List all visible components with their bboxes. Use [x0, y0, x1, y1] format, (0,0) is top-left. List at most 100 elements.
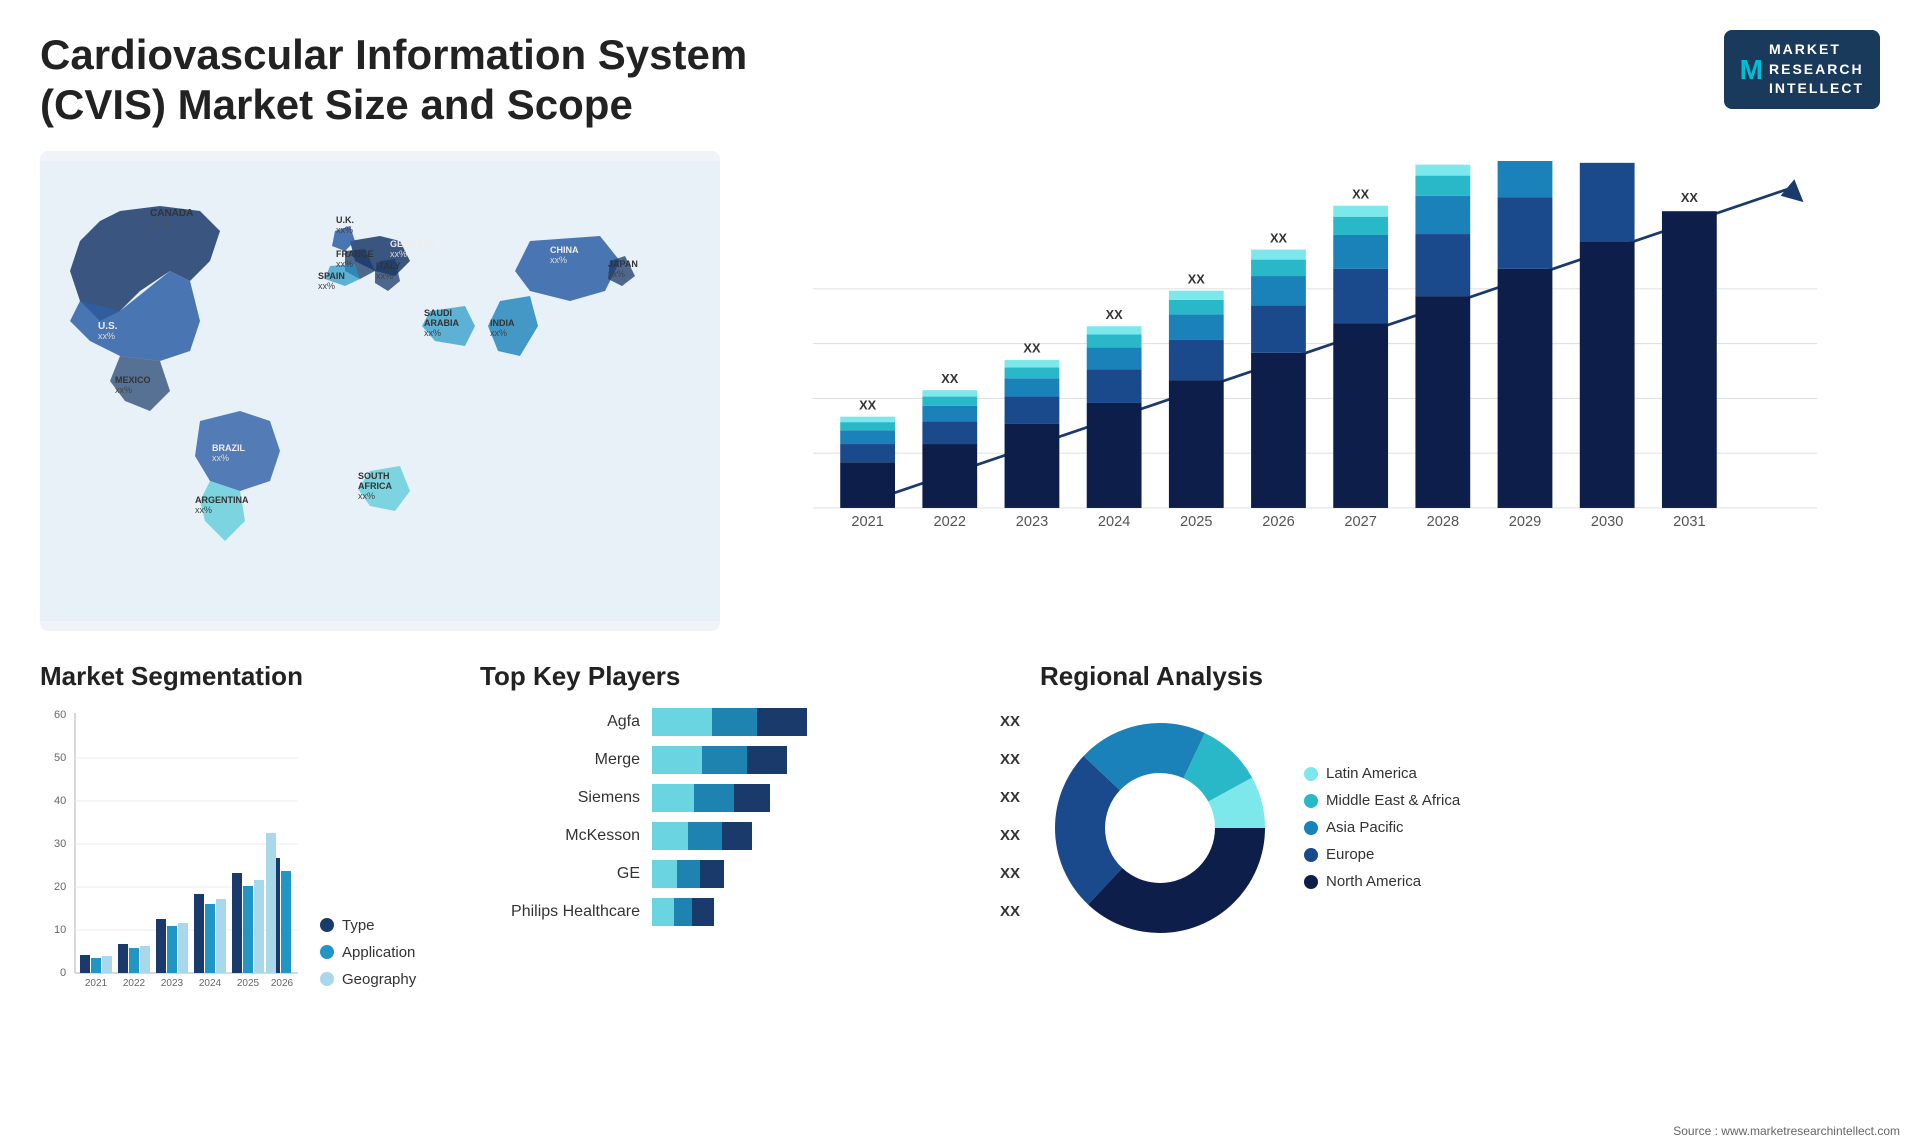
- player-row-siemens: Siemens XX: [480, 784, 1020, 812]
- svg-text:xx%: xx%: [490, 328, 507, 338]
- player-row-mckesson: McKesson XX: [480, 822, 1020, 850]
- svg-text:SAUDI: SAUDI: [424, 308, 452, 318]
- svg-text:XX: XX: [859, 397, 877, 412]
- na-label: North America: [1326, 873, 1421, 890]
- page-title: Cardiovascular Information System (CVIS)…: [40, 30, 840, 131]
- player-row-agfa: Agfa XX: [480, 708, 1020, 736]
- svg-text:XX: XX: [1681, 190, 1699, 205]
- svg-text:xx%: xx%: [336, 259, 353, 269]
- svg-text:xx%: xx%: [336, 225, 353, 235]
- svg-text:2025: 2025: [1180, 514, 1212, 530]
- svg-text:2028: 2028: [1427, 514, 1459, 530]
- player-name-agfa: Agfa: [480, 713, 640, 731]
- svg-text:U.K.: U.K.: [336, 215, 354, 225]
- svg-text:AFRICA: AFRICA: [358, 481, 392, 491]
- europe-label: Europe: [1326, 846, 1374, 863]
- svg-text:XX: XX: [1188, 271, 1206, 286]
- geo-dot: [320, 972, 334, 986]
- svg-text:XX: XX: [1270, 230, 1288, 245]
- world-map: CANADA xx% U.S. xx% MEXICO xx% BRAZIL xx…: [40, 151, 720, 631]
- key-players-panel: Top Key Players Agfa XX M: [480, 661, 1020, 1051]
- svg-text:ARABIA: ARABIA: [424, 318, 459, 328]
- source-text: Source : www.marketresearchintellect.com: [1673, 1124, 1900, 1138]
- svg-text:XX: XX: [1352, 186, 1370, 201]
- legend-application: Application: [320, 944, 416, 961]
- player-row-philips: Philips Healthcare XX: [480, 898, 1020, 926]
- svg-text:xx%: xx%: [152, 218, 169, 228]
- svg-text:xx%: xx%: [424, 328, 441, 338]
- donut-svg: [1040, 708, 1280, 948]
- asia-dot: [1304, 821, 1318, 835]
- geo-label: Geography: [342, 971, 416, 988]
- player-name-merge: Merge: [480, 751, 640, 769]
- legend-type: Type: [320, 917, 416, 934]
- svg-text:GERMANY: GERMANY: [390, 239, 436, 249]
- donut-chart: [1040, 708, 1280, 948]
- svg-text:60: 60: [54, 709, 66, 721]
- player-row-merge: Merge XX: [480, 746, 1020, 774]
- svg-text:xx%: xx%: [376, 271, 393, 281]
- svg-text:JAPAN: JAPAN: [608, 259, 638, 269]
- type-label: Type: [342, 917, 375, 934]
- svg-text:2022: 2022: [934, 514, 966, 530]
- svg-text:INDIA: INDIA: [490, 318, 515, 328]
- svg-text:SPAIN: SPAIN: [318, 271, 345, 281]
- player-bar-agfa: [652, 708, 982, 736]
- logo-line3: INTELLECT: [1769, 79, 1864, 99]
- legend-geography: Geography: [320, 971, 416, 988]
- player-row-ge: GE XX: [480, 860, 1020, 888]
- player-val-agfa: XX: [1000, 713, 1020, 730]
- svg-text:2024: 2024: [1098, 514, 1130, 530]
- svg-text:2031: 2031: [1673, 514, 1705, 530]
- svg-text:xx%: xx%: [390, 249, 407, 259]
- growth-chart: XX XX XX XX: [770, 161, 1860, 581]
- reg-middle-east: Middle East & Africa: [1304, 792, 1460, 809]
- player-val-ge: XX: [1000, 865, 1020, 882]
- player-name-ge: GE: [480, 865, 640, 883]
- svg-text:2021: 2021: [85, 978, 108, 988]
- svg-text:2030: 2030: [1591, 514, 1623, 530]
- reg-latin-america: Latin America: [1304, 765, 1460, 782]
- svg-text:XX: XX: [1023, 341, 1041, 356]
- player-val-merge: XX: [1000, 751, 1020, 768]
- top-section: CANADA xx% U.S. xx% MEXICO xx% BRAZIL xx…: [40, 151, 1880, 631]
- svg-text:2026: 2026: [1262, 514, 1294, 530]
- svg-text:50: 50: [54, 752, 66, 764]
- player-name-philips: Philips Healthcare: [480, 903, 640, 921]
- player-bar-mckesson: [652, 822, 982, 850]
- svg-text:2024: 2024: [199, 978, 222, 988]
- segmentation-title: Market Segmentation: [40, 661, 460, 692]
- logo-line1: MARKET: [1769, 40, 1864, 60]
- regional-title: Regional Analysis: [1040, 661, 1880, 692]
- map-container: CANADA xx% U.S. xx% MEXICO xx% BRAZIL xx…: [40, 151, 720, 631]
- regional-panel: Regional Analysis: [1040, 661, 1880, 1051]
- svg-text:xx%: xx%: [550, 255, 567, 265]
- segmentation-chart: 0 10 20 30 40 50 60: [40, 708, 460, 988]
- bottom-section: Market Segmentation 0 10 20 30 40 50 60: [40, 661, 1880, 1051]
- page-container: Cardiovascular Information System (CVIS)…: [0, 0, 1920, 1146]
- me-dot: [1304, 794, 1318, 808]
- svg-text:2026: 2026: [271, 978, 294, 988]
- player-bar-ge: [652, 860, 982, 888]
- svg-text:BRAZIL: BRAZIL: [212, 443, 245, 453]
- svg-text:XX: XX: [941, 371, 959, 386]
- header: Cardiovascular Information System (CVIS)…: [40, 30, 1880, 131]
- svg-text:20: 20: [54, 881, 66, 893]
- svg-text:2027: 2027: [1344, 514, 1376, 530]
- svg-text:CHINA: CHINA: [550, 245, 579, 255]
- svg-text:SOUTH: SOUTH: [358, 471, 390, 481]
- player-bar-siemens: [652, 784, 982, 812]
- svg-text:2023: 2023: [161, 978, 184, 988]
- reg-asia-pacific: Asia Pacific: [1304, 819, 1460, 836]
- players-list: Agfa XX Merge: [480, 708, 1020, 926]
- svg-text:xx%: xx%: [318, 281, 335, 291]
- key-players-title: Top Key Players: [480, 661, 1020, 692]
- svg-text:XX: XX: [1106, 307, 1124, 322]
- player-val-siemens: XX: [1000, 789, 1020, 806]
- segmentation-legend: Type Application Geography: [320, 897, 416, 988]
- svg-text:40: 40: [54, 795, 66, 807]
- reg-north-america: North America: [1304, 873, 1460, 890]
- svg-text:xx%: xx%: [98, 331, 115, 341]
- player-name-mckesson: McKesson: [480, 827, 640, 845]
- svg-text:2022: 2022: [123, 978, 146, 988]
